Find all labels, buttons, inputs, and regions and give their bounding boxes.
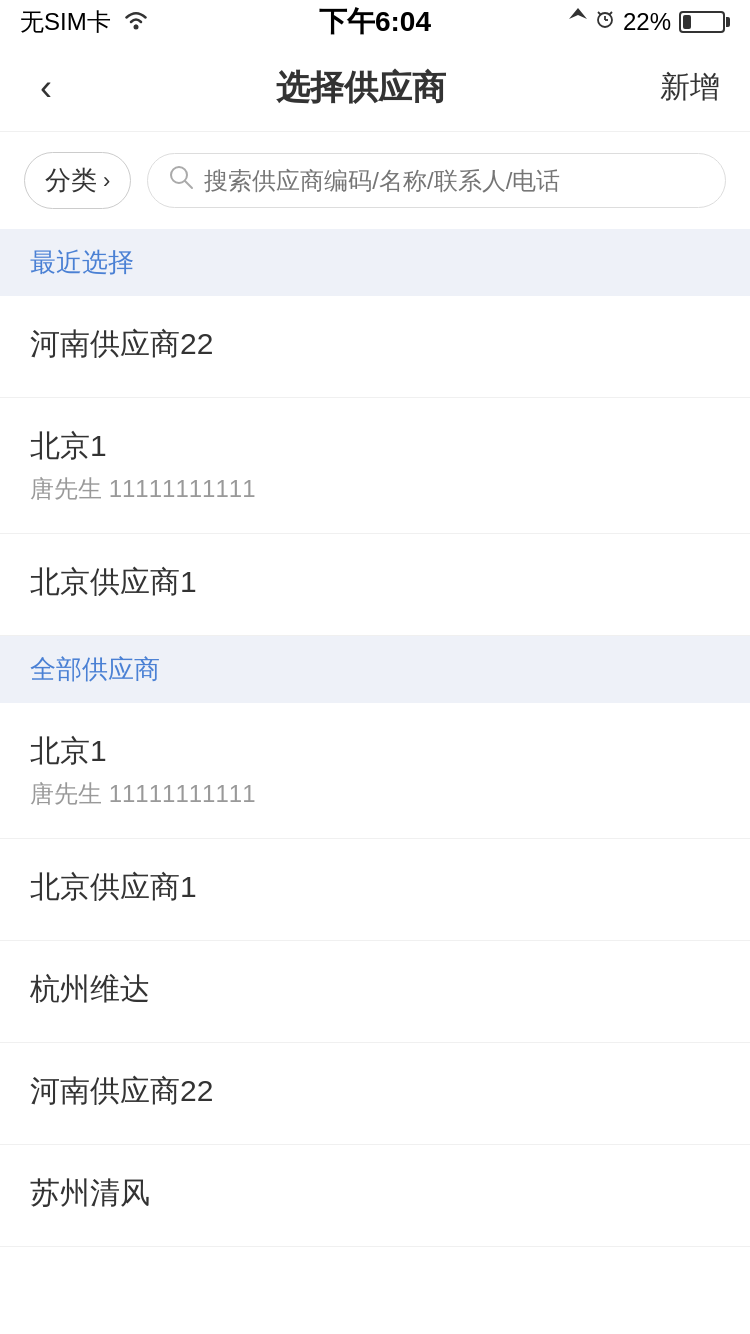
svg-line-7 [185, 181, 192, 188]
list-item[interactable]: 苏州清风 [0, 1145, 750, 1247]
item-name: 杭州维达 [30, 969, 720, 1010]
list-item[interactable]: 北京供应商1 [0, 839, 750, 941]
item-sub: 唐先生 11111111111 [30, 778, 720, 810]
item-name: 北京1 [30, 731, 720, 772]
recent-items-list: 河南供应商22 北京1 唐先生 11111111111 北京供应商1 [0, 296, 750, 636]
category-label: 分类 [45, 163, 97, 198]
add-button[interactable]: 新增 [660, 67, 720, 108]
page-title: 选择供应商 [276, 65, 446, 111]
search-icon [168, 164, 194, 197]
carrier-text: 无SIM卡 [20, 6, 111, 38]
svg-line-5 [609, 12, 612, 15]
alarm-icon [595, 8, 615, 36]
all-section-header: 全部供应商 [0, 636, 750, 703]
chevron-right-icon: › [103, 168, 110, 194]
all-section-label: 全部供应商 [30, 654, 160, 684]
item-name: 北京供应商1 [30, 867, 720, 908]
status-time: 下午6:04 [319, 3, 431, 41]
svg-point-0 [133, 25, 138, 30]
item-name: 北京供应商1 [30, 562, 720, 603]
list-item[interactable]: 河南供应商22 [0, 1043, 750, 1145]
svg-line-4 [598, 12, 601, 15]
list-item[interactable]: 北京1 唐先生 11111111111 [0, 703, 750, 839]
item-name: 苏州清风 [30, 1173, 720, 1214]
item-sub: 唐先生 11111111111 [30, 473, 720, 505]
all-items-list: 北京1 唐先生 11111111111 北京供应商1 杭州维达河南供应商22 苏州清风 [0, 703, 750, 1247]
battery-percentage: 22% [623, 8, 671, 36]
search-input[interactable] [204, 167, 705, 195]
recent-section-label: 最近选择 [30, 247, 134, 277]
wifi-icon [121, 8, 151, 36]
location-icon [569, 8, 587, 36]
filter-bar: 分类 › [0, 132, 750, 229]
category-button[interactable]: 分类 › [24, 152, 131, 209]
list-item[interactable]: 北京供应商1 [0, 534, 750, 636]
search-box [147, 153, 726, 208]
status-right: 22% [569, 8, 730, 36]
status-left: 无SIM卡 [20, 6, 151, 38]
nav-bar: ‹ 选择供应商 新增 [0, 44, 750, 132]
recent-section-header: 最近选择 [0, 229, 750, 296]
back-button[interactable]: ‹ [30, 57, 62, 119]
item-name: 北京1 [30, 426, 720, 467]
list-item[interactable]: 杭州维达 [0, 941, 750, 1043]
battery-icon [679, 11, 730, 33]
item-name: 河南供应商22 [30, 324, 720, 365]
item-name: 河南供应商22 [30, 1071, 720, 1112]
list-item[interactable]: 北京1 唐先生 11111111111 [0, 398, 750, 534]
status-bar: 无SIM卡 下午6:04 [0, 0, 750, 44]
list-item[interactable]: 河南供应商22 [0, 296, 750, 398]
